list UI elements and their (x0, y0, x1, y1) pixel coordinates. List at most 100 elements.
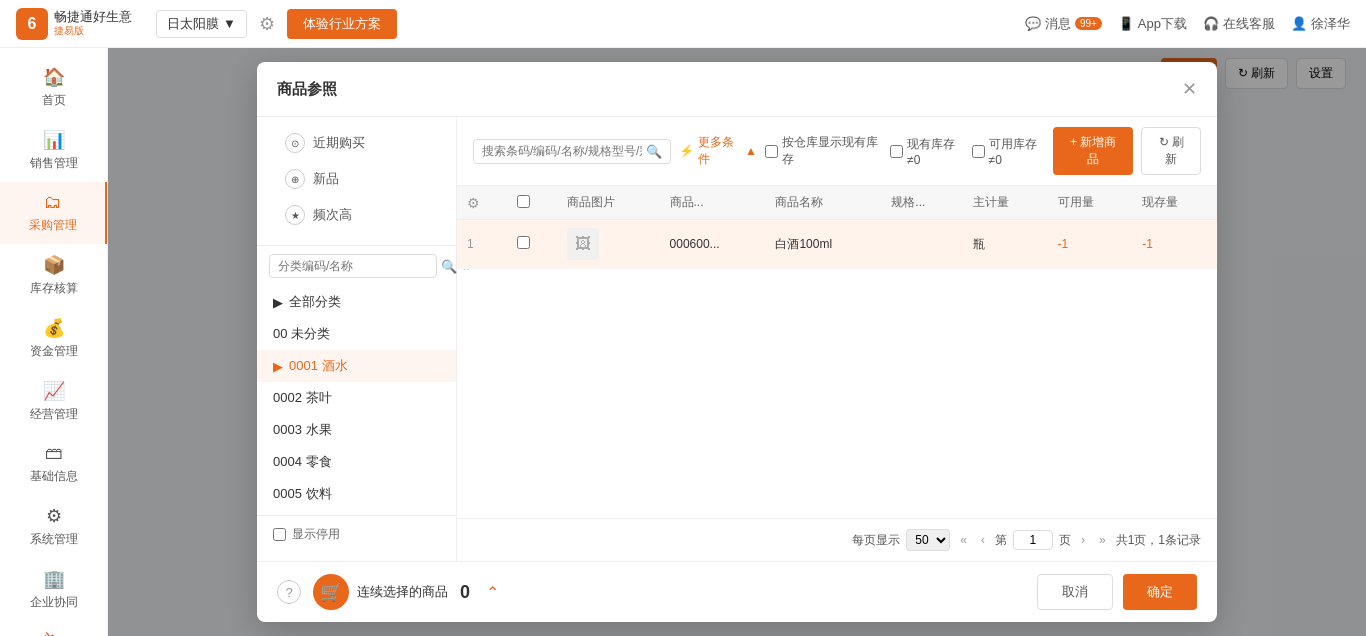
category-snack[interactable]: 0004 零食 (257, 446, 456, 478)
table-row[interactable]: 1 🖼 000600... 白酒100ml (457, 220, 1217, 269)
logo: 6 畅捷通好生意 捷易版 (16, 8, 132, 40)
message-badge: 99+ (1075, 17, 1102, 30)
user-menu[interactable]: 👤 徐泽华 (1291, 15, 1350, 33)
stock-nonzero-checkbox[interactable] (890, 145, 903, 158)
messages-nav[interactable]: 💬 消息 99+ (1025, 15, 1102, 33)
first-page-btn[interactable]: « (956, 531, 971, 549)
row-code: 000600... (660, 220, 766, 269)
next-page-btn[interactable]: › (1077, 531, 1089, 549)
new-icon: ⊕ (285, 169, 305, 189)
sidebar-label-home: 首页 (42, 92, 66, 109)
toolbar-right: + 新增商品 ↻ 刷新 (1053, 127, 1201, 175)
dialog-header: 商品参照 ✕ (257, 62, 1217, 117)
sidebar-item-system[interactable]: ⚙ 系统管理 (0, 495, 107, 558)
filter-icon: ⚡ (679, 144, 694, 158)
dialog-title: 商品参照 (277, 80, 337, 99)
category-fruit[interactable]: 0003 水果 (257, 414, 456, 446)
recent-buy-item[interactable]: ⊙ 近期购买 (269, 125, 444, 161)
message-icon: 💬 (1025, 16, 1041, 31)
col-available: 可用量 (1048, 186, 1133, 220)
gear-icon[interactable]: ⚙ (259, 13, 275, 35)
display-disabled-checkbox[interactable] (273, 528, 286, 541)
main-layout: 🏠 首页 📊 销售管理 🗂 采购管理 📦 库存核算 💰 资金管理 📈 经营管理 … (0, 48, 1366, 636)
sidebar-item-operations[interactable]: 📈 经营管理 (0, 370, 107, 433)
new-item[interactable]: ⊕ 新品 (269, 161, 444, 197)
per-page-select[interactable]: 50 (906, 529, 950, 551)
row-select-checkbox[interactable] (517, 236, 530, 249)
dialog-close-button[interactable]: ✕ (1182, 78, 1197, 100)
guide-icon: 🔖 (43, 631, 65, 636)
sales-icon: 📊 (43, 129, 65, 151)
product-search-box: 🔍 (473, 139, 671, 164)
row-available: -1 (1048, 220, 1133, 269)
branch-dropdown[interactable]: 日太阳膜 ▼ (156, 10, 247, 38)
sidebar-label-sales: 销售管理 (30, 155, 78, 172)
page-number-input[interactable] (1013, 530, 1053, 550)
category-alcohol[interactable]: ▶ 0001 酒水 (257, 350, 456, 382)
col-name: 商品名称 (765, 186, 881, 220)
cart-icon[interactable]: 🛒 (313, 574, 349, 610)
footer-cart: 🛒 连续选择的商品 0 (313, 574, 474, 610)
checkbox-available-nonzero[interactable]: 可用库存≠0 (972, 136, 1045, 167)
row-checkbox[interactable] (507, 220, 557, 269)
cancel-btn[interactable]: 取消 (1037, 574, 1113, 610)
sidebar-item-enterprise[interactable]: 🏢 企业协同 (0, 558, 107, 621)
category-search-icon[interactable]: 🔍 (441, 259, 457, 274)
category-all[interactable]: ▶ 全部分类 (257, 286, 456, 318)
category-beverage[interactable]: 0005 饮料 (257, 478, 456, 510)
sidebar-item-guide[interactable]: 🔖 新手引导 (0, 621, 107, 636)
sidebar-label-purchase: 采购管理 (29, 217, 77, 234)
dialog-footer: ? 🛒 连续选择的商品 0 ⌃ 取消 确定 (257, 561, 1217, 622)
app-download-nav[interactable]: 📱 App下载 (1118, 15, 1187, 33)
add-product-btn[interactable]: + 新增商品 (1053, 127, 1133, 175)
left-panel: ⊙ 近期购买 ⊕ 新品 ★ 频次高 (257, 117, 457, 561)
phone-icon: 📱 (1118, 16, 1134, 31)
trial-btn[interactable]: 体验行业方案 (287, 9, 397, 39)
nav-right: 💬 消息 99+ 📱 App下载 🎧 在线客服 👤 徐泽华 (1025, 15, 1350, 33)
dialog-overlay: 商品参照 ✕ ⊙ 近期购买 ⊕ 新品 (108, 48, 1366, 636)
category-search-input[interactable] (269, 254, 437, 278)
sidebar-label-system: 系统管理 (30, 531, 78, 548)
category-uncategorized[interactable]: 00 未分类 (257, 318, 456, 350)
checkbox-stock-nonzero[interactable]: 现有库存≠0 (890, 136, 963, 167)
product-thumbnail: 🖼 (567, 228, 599, 260)
col-settings[interactable]: ⚙ (457, 186, 507, 220)
operations-icon: 📈 (43, 380, 65, 402)
sidebar-label-operations: 经营管理 (30, 406, 78, 423)
sidebar-item-basic[interactable]: 🗃 基础信息 (0, 433, 107, 495)
product-search-input[interactable] (482, 144, 642, 158)
row-spec (881, 220, 963, 269)
sidebar-item-finance[interactable]: 💰 资金管理 (0, 307, 107, 370)
help-icon[interactable]: ? (277, 580, 301, 604)
available-nonzero-checkbox[interactable] (972, 145, 985, 158)
headset-icon: 🎧 (1203, 16, 1219, 31)
sidebar-item-sales[interactable]: 📊 销售管理 (0, 119, 107, 182)
sidebar-item-home[interactable]: 🏠 首页 (0, 56, 107, 119)
finance-icon: 💰 (43, 317, 65, 339)
col-stock: 现存量 (1132, 186, 1217, 220)
purchase-icon: 🗂 (44, 192, 62, 213)
sidebar-label-basic: 基础信息 (30, 468, 78, 485)
checkbox-warehouse[interactable]: 按仓库显示现有库存 (765, 134, 882, 168)
warehouse-checkbox[interactable] (765, 145, 778, 158)
prev-page-btn[interactable]: ‹ (977, 531, 989, 549)
high-freq-item[interactable]: ★ 频次高 (269, 197, 444, 233)
logo-name: 畅捷通好生意 (54, 9, 132, 25)
confirm-btn[interactable]: 确定 (1123, 574, 1197, 610)
online-service-nav[interactable]: 🎧 在线客服 (1203, 15, 1275, 33)
last-page-btn[interactable]: » (1095, 531, 1110, 549)
search-icon[interactable]: 🔍 (646, 144, 662, 159)
footer-collapse-btn[interactable]: ⌃ (486, 583, 499, 602)
refresh-btn[interactable]: ↻ 刷新 (1141, 127, 1201, 175)
filter-btn[interactable]: ⚡ 更多条件 ▲ (679, 134, 757, 168)
sidebar-item-inventory[interactable]: 📦 库存核算 (0, 244, 107, 307)
star-icon: ★ (285, 205, 305, 225)
col-code: 商品... (660, 186, 766, 220)
row-image: 🖼 (557, 220, 660, 269)
category-tea[interactable]: 0002 茶叶 (257, 382, 456, 414)
select-all-checkbox[interactable] (517, 195, 530, 208)
system-icon: ⚙ (46, 505, 62, 527)
col-unit: 主计量 (963, 186, 1048, 220)
sidebar-item-purchase[interactable]: 🗂 采购管理 (0, 182, 107, 244)
dialog-body: ⊙ 近期购买 ⊕ 新品 ★ 频次高 (257, 117, 1217, 561)
